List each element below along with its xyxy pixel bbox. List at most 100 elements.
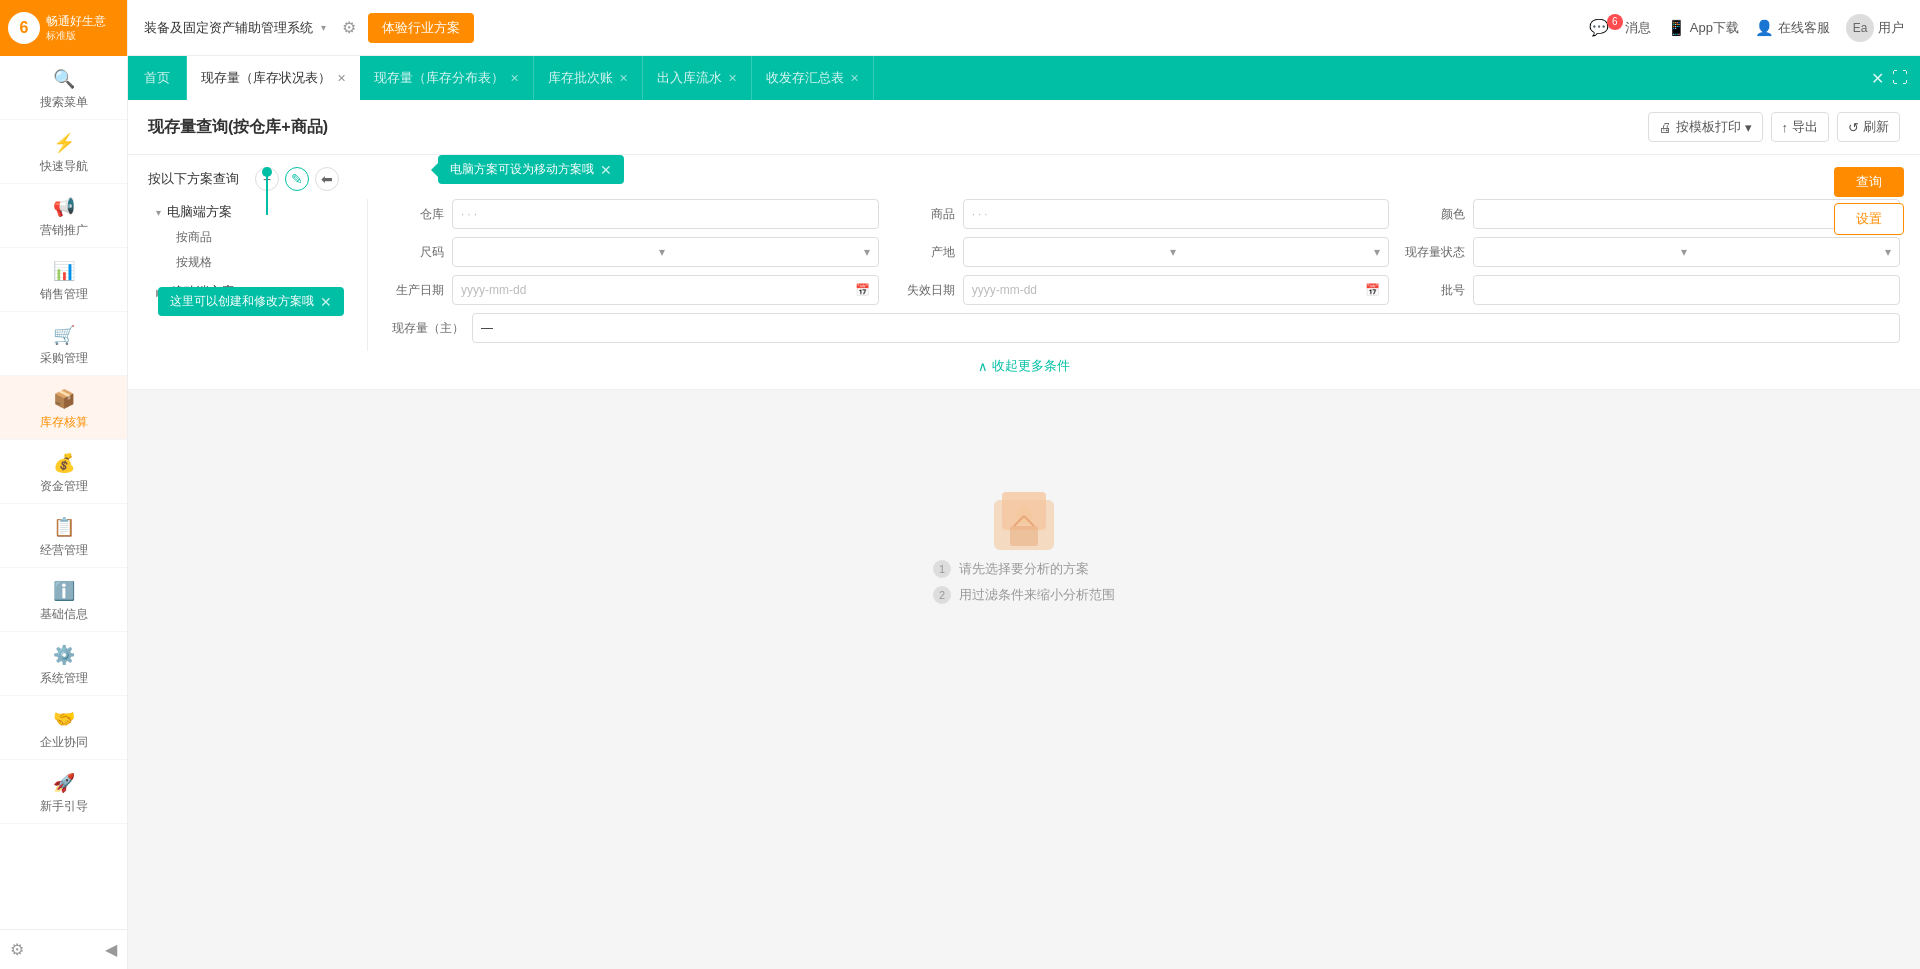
tab-close-inventory-status[interactable]: ✕ [337, 72, 346, 85]
tab-maximize-button[interactable]: ⛶ [1892, 69, 1908, 88]
topbar-gear-icon[interactable]: ⚙ [342, 18, 356, 37]
tab-inventory-status[interactable]: 现存量（库存状况表） ✕ [187, 56, 360, 100]
tab-receive-summary[interactable]: 收发存汇总表 ✕ [752, 56, 874, 100]
stock-status-input[interactable]: ▾ [1473, 237, 1900, 267]
page-actions: 🖨 按模板打印 ▾ ↑ 导出 ↺ 刷新 [1648, 112, 1901, 142]
filter-cell-stock-status: 现存量状态 ▾ [1405, 237, 1900, 267]
user-item[interactable]: Ea 用户 [1846, 14, 1904, 42]
finance-icon: 💰 [53, 452, 75, 474]
app-download-item[interactable]: 📱 App下载 [1667, 19, 1739, 37]
sidebar-footer: ⚙ ◀ [0, 929, 127, 969]
print-dropdown-icon: ▾ [1745, 120, 1752, 135]
chevron-up-icon: ∧ [978, 359, 988, 374]
filter-row-fields-1: 仓库 ··· 商品 ··· [384, 199, 1900, 229]
collapse-filter-button[interactable]: ∧ 收起更多条件 [148, 351, 1900, 381]
filter-fields-panel: 仓库 ··· 商品 ··· [368, 199, 1900, 351]
sidebar-item-quick-nav[interactable]: ⚡ 快速导航 [0, 120, 127, 184]
content-area: 现存量查询(按仓库+商品) 🖨 按模板打印 ▾ ↑ 导出 ↺ 刷新 [128, 100, 1920, 969]
tab-close-batch-ledger[interactable]: ✕ [619, 72, 628, 85]
tooltip-desktop-scheme: 电脑方案可设为移动方案哦 ✕ [438, 155, 624, 184]
calendar-icon-produce[interactable]: 📅 [855, 283, 870, 297]
sidebar-item-search[interactable]: 🔍 搜索菜单 [0, 56, 127, 120]
goods-input[interactable]: ··· [963, 199, 1390, 229]
message-badge: 6 [1607, 14, 1623, 30]
settings-footer-icon[interactable]: ⚙ [10, 940, 24, 959]
sidebar-item-guide[interactable]: 🚀 新手引导 [0, 760, 127, 824]
scheme-desktop[interactable]: ▾ 电脑端方案 [148, 199, 355, 225]
export-button[interactable]: ↑ 导出 [1771, 112, 1830, 142]
industry-plan-button[interactable]: 体验行业方案 [368, 13, 474, 43]
logo-icon: 6 [8, 12, 40, 44]
empty-step-2: 2 用过滤条件来缩小分析范围 [933, 586, 1115, 604]
online-service-item[interactable]: 👤 在线客服 [1755, 19, 1830, 37]
service-icon: 👤 [1755, 19, 1774, 37]
system-selector[interactable]: 装备及固定资产辅助管理系统 ▾ [144, 19, 326, 37]
page-header: 现存量查询(按仓库+商品) 🖨 按模板打印 ▾ ↑ 导出 ↺ 刷新 [128, 100, 1920, 155]
filter-row-fields-2: 尺码 ▾ 产地 ▾ [384, 237, 1900, 267]
enterprise-icon: 🤝 [53, 708, 75, 730]
size-input[interactable]: ▾ [452, 237, 879, 267]
scheme-tree-panel: ▾ 电脑端方案 按商品 按规格 ▶ 移动端方案 [148, 199, 368, 351]
stock-main-input[interactable]: — [472, 313, 1900, 343]
tab-close-receive-summary[interactable]: ✕ [850, 72, 859, 85]
svg-rect-5 [1010, 526, 1038, 546]
tooltip2-close[interactable]: ✕ [320, 294, 332, 310]
scheme-by-goods[interactable]: 按商品 [168, 225, 355, 250]
tooltip1-close[interactable]: ✕ [600, 162, 612, 178]
topbar-right: 💬 6 消息 📱 App下载 👤 在线客服 Ea 用户 [1589, 14, 1904, 42]
produce-date-input[interactable]: yyyy-mm-dd 📅 [452, 275, 879, 305]
sidebar-item-inventory[interactable]: 📦 库存核算 [0, 376, 127, 440]
sidebar-item-enterprise[interactable]: 🤝 企业协同 [0, 696, 127, 760]
refresh-button[interactable]: ↺ 刷新 [1837, 112, 1900, 142]
system-name: 装备及固定资产辅助管理系统 [144, 19, 313, 37]
inventory-icon: 📦 [53, 388, 75, 410]
origin-input[interactable]: ▾ [963, 237, 1390, 267]
warehouse-input[interactable]: ··· [452, 199, 879, 229]
sidebar-item-marketing[interactable]: 📢 营销推广 [0, 184, 127, 248]
topbar: 装备及固定资产辅助管理系统 ▾ ⚙ 体验行业方案 💬 6 消息 📱 App下载 … [128, 0, 1920, 56]
sales-icon: 📊 [53, 260, 75, 282]
back-scheme-button[interactable]: ⬅ [315, 167, 339, 191]
basic-info-icon: ℹ️ [53, 580, 75, 602]
sidebar-item-purchase[interactable]: 🛒 采购管理 [0, 312, 127, 376]
filter-settings-button[interactable]: 设置 [1834, 203, 1904, 235]
tab-close-all-button[interactable]: ✕ [1871, 69, 1884, 88]
expire-date-input[interactable]: yyyy-mm-dd 📅 [963, 275, 1390, 305]
tab-close-inventory-dist[interactable]: ✕ [510, 72, 519, 85]
filter-row-1: 按以下方案查询 + ✎ ⬅ 电脑方案可设为移动方案哦 ✕ [148, 167, 1900, 191]
collapse-sidebar-icon[interactable]: ◀ [105, 940, 117, 959]
sidebar-item-finance[interactable]: 💰 资金管理 [0, 440, 127, 504]
batch-no-input[interactable] [1473, 275, 1900, 305]
empty-illustration [974, 470, 1074, 560]
sidebar-item-sales[interactable]: 📊 销售管理 [0, 248, 127, 312]
filter-cell-produce-date: 生产日期 yyyy-mm-dd 📅 [384, 275, 879, 305]
avatar-text: Ea [1853, 21, 1868, 35]
edit-scheme-button[interactable]: ✎ [285, 167, 309, 191]
filter-cell-size: 尺码 ▾ [384, 237, 879, 267]
scheme-by-spec[interactable]: 按规格 [168, 250, 355, 275]
page-title: 现存量查询(按仓库+商品) [148, 117, 328, 138]
tab-close-inout-flow[interactable]: ✕ [728, 72, 737, 85]
search-button[interactable]: 查询 [1834, 167, 1904, 197]
tab-home[interactable]: 首页 [128, 56, 187, 100]
phone-icon: 📱 [1667, 19, 1686, 37]
sidebar-item-system[interactable]: ⚙️ 系统管理 [0, 632, 127, 696]
calendar-icon-expire[interactable]: 📅 [1365, 283, 1380, 297]
tab-inout-flow[interactable]: 出入库流水 ✕ [643, 56, 752, 100]
expire-date-label: 失效日期 [895, 282, 955, 299]
printer-icon: 🖨 [1659, 120, 1672, 135]
print-button[interactable]: 🖨 按模板打印 ▾ [1648, 112, 1763, 142]
search-nav-icon: 🔍 [53, 68, 75, 90]
size-label: 尺码 [384, 244, 444, 261]
refresh-icon: ↺ [1848, 120, 1859, 135]
message-label: 消息 [1625, 19, 1651, 37]
sidebar-nav: 🔍 搜索菜单 ⚡ 快速导航 📢 营销推广 📊 销售管理 🛒 采购管理 📦 库存核… [0, 56, 127, 929]
filter-cell-goods: 商品 ··· [895, 199, 1390, 229]
sidebar-item-operations[interactable]: 📋 经营管理 [0, 504, 127, 568]
sidebar: 6 畅通好生意 标准版 🔍 搜索菜单 ⚡ 快速导航 📢 营销推广 📊 销售管理 … [0, 0, 128, 969]
avatar: Ea [1846, 14, 1874, 42]
message-item[interactable]: 💬 6 消息 [1589, 18, 1651, 37]
sidebar-item-basic-info[interactable]: ℹ️ 基础信息 [0, 568, 127, 632]
tab-batch-ledger[interactable]: 库存批次账 ✕ [534, 56, 643, 100]
tab-inventory-dist[interactable]: 现存量（库存分布表） ✕ [360, 56, 534, 100]
